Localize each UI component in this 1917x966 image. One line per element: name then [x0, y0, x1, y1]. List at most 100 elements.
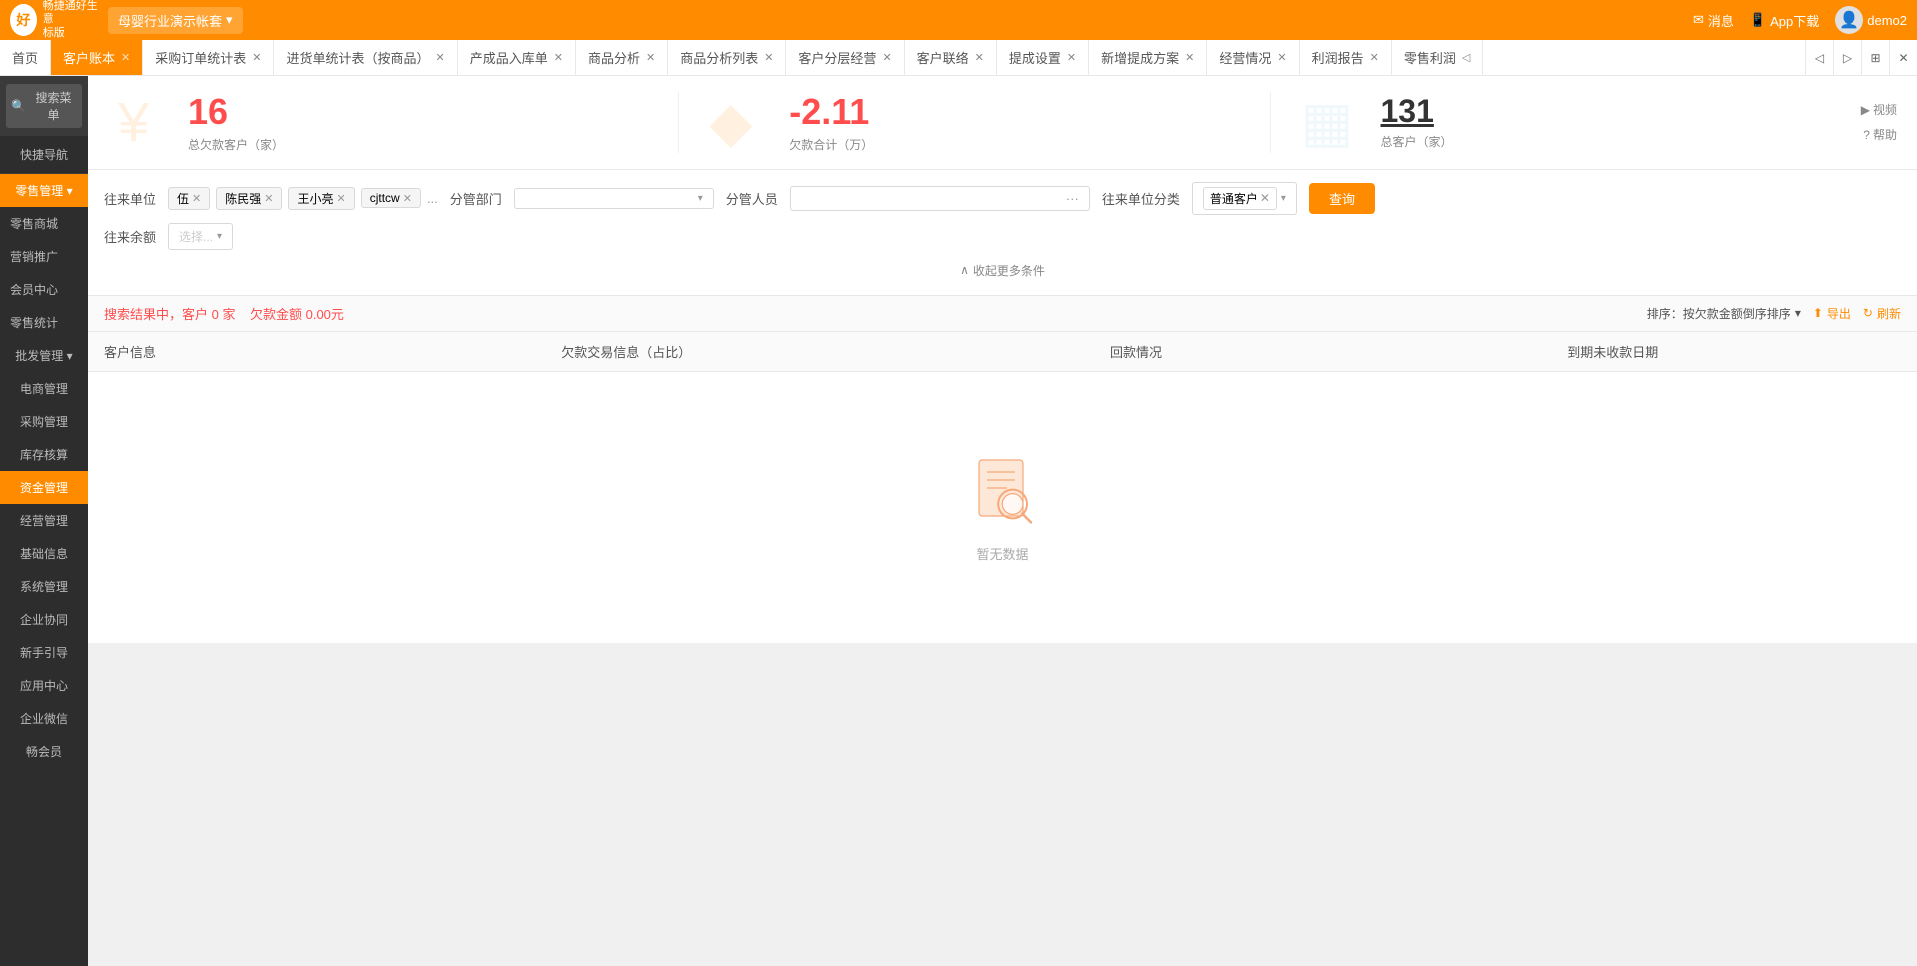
sidebar-item-enterprise-wechat[interactable]: 企业微信: [0, 702, 88, 735]
filter-balance-select[interactable]: 选择... ▾: [168, 223, 233, 250]
classification-chevron-icon: ▾: [1281, 193, 1286, 204]
sidebar-item-member-center[interactable]: 会员中心: [0, 273, 88, 306]
sidebar-item-basic-info[interactable]: 基础信息: [0, 537, 88, 570]
filter-dept-dropdown[interactable]: ▾: [514, 188, 714, 209]
remove-classification-icon[interactable]: ✕: [1260, 191, 1270, 205]
tab-product-analysis-list[interactable]: 商品分析列表 ✕: [668, 40, 786, 76]
tab-retail-profit[interactable]: 零售利润 ◁: [1392, 40, 1483, 76]
stat-label-customers: 总欠款客户（家）: [188, 136, 284, 153]
tab-close-icon[interactable]: ✕: [975, 51, 984, 64]
sort-selector[interactable]: 排序：按欠款金额倒序排序 ▾: [1647, 305, 1801, 322]
remove-tag-wu[interactable]: ✕: [192, 192, 201, 205]
tab-close-icon[interactable]: ✕: [436, 51, 445, 64]
no-data-svg: [963, 452, 1043, 532]
results-bar: 搜索结果中，客户 0 家 欠款金额 0.00元 排序：按欠款金额倒序排序 ▾ ⬆…: [88, 296, 1917, 332]
balance-chevron-icon: ▾: [217, 231, 222, 242]
sidebar-item-retail-stats[interactable]: 零售统计: [0, 306, 88, 339]
sidebar-item-quick-nav[interactable]: 快捷导航: [0, 136, 88, 174]
filter-classification-area[interactable]: 普通客户 ✕ ▾: [1192, 182, 1297, 215]
tab-new-commission[interactable]: 新增提成方案 ✕: [1089, 40, 1207, 76]
sidebar-item-app-center[interactable]: 应用中心: [0, 669, 88, 702]
filter-balance-label: 往来余额: [104, 227, 156, 246]
sidebar-item-enterprise[interactable]: 企业协同: [0, 603, 88, 636]
tab-customer-account[interactable]: 客户账本 ✕: [51, 40, 143, 76]
tab-close-icon[interactable]: ✕: [554, 51, 563, 64]
top-bar: 好 畅捷通好生意 标版 母婴行业演示帐套 ▾ ✉ 消息 📱 App下载 👤 de…: [0, 0, 1917, 40]
stat-label-total: 总客户（家）: [1381, 133, 1453, 150]
empty-row: 暂无数据: [88, 371, 1917, 643]
collapse-button[interactable]: ∧ 收起更多条件: [960, 258, 1045, 283]
tab-close-icon[interactable]: ✕: [1067, 51, 1076, 64]
tab-product-inbound[interactable]: 产成品入库单 ✕: [458, 40, 576, 76]
video-link[interactable]: ▶ 视频: [1861, 101, 1897, 118]
results-info: 搜索结果中，客户 0 家 欠款金额 0.00元: [104, 304, 344, 323]
user-menu[interactable]: 👤 demo2: [1835, 6, 1907, 34]
tab-home[interactable]: 首页: [0, 40, 51, 76]
sidebar-item-new-guide[interactable]: 新手引导: [0, 636, 88, 669]
filter-dept-label: 分管部门: [450, 189, 502, 208]
filter-more-tags[interactable]: ...: [427, 191, 438, 206]
sidebar-item-inventory[interactable]: 库存核算: [0, 438, 88, 471]
results-actions: 排序：按欠款金额倒序排序 ▾ ⬆ 导出 ↻ 刷新: [1647, 305, 1901, 322]
sidebar-item-wholesale[interactable]: 批发管理 ▾: [0, 339, 88, 372]
filter-person-input[interactable]: ···: [790, 186, 1090, 211]
tab-purchase-order[interactable]: 采购订单统计表 ✕: [143, 40, 274, 76]
tab-close-all-button[interactable]: ✕: [1889, 40, 1917, 76]
tab-close-icon[interactable]: ✕: [121, 51, 130, 64]
tab-expand-button[interactable]: ⊞: [1861, 40, 1889, 76]
filter-tag-wu: 伍 ✕: [168, 187, 210, 210]
tab-profit-report[interactable]: 利润报告 ✕: [1300, 40, 1392, 76]
sidebar-item-vip[interactable]: 畅会员: [0, 735, 88, 768]
tab-prev-button[interactable]: ◁: [1805, 40, 1833, 76]
sidebar-item-marketing[interactable]: 营销推广: [0, 240, 88, 273]
empty-illustration: [963, 452, 1043, 532]
tab-nav-arrows: ◁ ▷ ⊞ ✕: [1805, 40, 1917, 76]
remove-tag-wang[interactable]: ✕: [337, 192, 346, 205]
tab-close-icon[interactable]: ◁: [1462, 51, 1470, 64]
app-download-button[interactable]: 📱 App下载: [1750, 11, 1819, 30]
chevron-right-icon: ▾: [67, 349, 73, 363]
query-button[interactable]: 查询: [1309, 183, 1375, 214]
tab-close-icon[interactable]: ✕: [646, 51, 655, 64]
refresh-button[interactable]: ↻ 刷新: [1863, 305, 1901, 322]
filter-tag-chen: 陈民强 ✕: [216, 187, 282, 210]
filter-tag-cjttcw: cjttcw ✕: [361, 188, 421, 208]
tab-close-icon[interactable]: ✕: [252, 51, 261, 64]
sidebar-item-ecommerce[interactable]: 电商管理: [0, 372, 88, 405]
tab-incoming-stats[interactable]: 进货单统计表（按商品） ✕: [274, 40, 457, 76]
remove-tag-chen[interactable]: ✕: [264, 192, 273, 205]
filter-unit-label: 往来单位: [104, 189, 156, 208]
tab-customer-contact[interactable]: 客户联络 ✕: [905, 40, 997, 76]
stats-bar: ¥ 16 总欠款客户（家） ◆ -2.11 欠款合计（万） ▦ 131 总客户（…: [88, 76, 1917, 170]
play-icon: ▶: [1861, 103, 1870, 117]
sidebar-item-system[interactable]: 系统管理: [0, 570, 88, 603]
sidebar-item-retail[interactable]: 零售管理 ▾: [0, 174, 88, 207]
sidebar-item-operations-mgmt[interactable]: 经营管理: [0, 504, 88, 537]
table-body: 暂无数据: [88, 371, 1917, 643]
tab-operations[interactable]: 经营情况 ✕: [1207, 40, 1299, 76]
collapse-row: ∧ 收起更多条件: [104, 258, 1901, 283]
stat-actions: ▶ 视频 ? 帮助: [1861, 101, 1897, 143]
tab-close-icon[interactable]: ✕: [764, 51, 773, 64]
tab-close-icon[interactable]: ✕: [1185, 51, 1194, 64]
tab-close-icon[interactable]: ✕: [1277, 51, 1286, 64]
search-menu-button[interactable]: 🔍 搜索菜单: [6, 84, 82, 128]
tab-close-icon[interactable]: ✕: [882, 51, 891, 64]
stat-card-total: ▦ 131 总客户（家）: [1271, 94, 1861, 150]
sidebar-item-finance[interactable]: 资金管理: [0, 471, 88, 504]
remove-tag-cjttcw[interactable]: ✕: [403, 192, 412, 205]
col-customer-info: 客户信息: [88, 332, 545, 372]
tab-commission-settings[interactable]: 提成设置 ✕: [997, 40, 1089, 76]
help-link[interactable]: ? 帮助: [1863, 126, 1897, 143]
tab-next-button[interactable]: ▷: [1833, 40, 1861, 76]
sidebar-item-purchase[interactable]: 采购管理: [0, 405, 88, 438]
tab-close-icon[interactable]: ✕: [1370, 51, 1379, 64]
debt-bg-icon: ◆: [709, 90, 752, 153]
tab-customer-tier[interactable]: 客户分层经营 ✕: [786, 40, 904, 76]
tab-product-analysis[interactable]: 商品分析 ✕: [576, 40, 668, 76]
messages-button[interactable]: ✉ 消息: [1693, 11, 1734, 30]
sidebar-item-retail-mall[interactable]: 零售商城: [0, 207, 88, 240]
export-button[interactable]: ⬆ 导出: [1813, 305, 1851, 322]
stat-number-customers: 16: [188, 92, 228, 132]
industry-selector[interactable]: 母婴行业演示帐套 ▾: [108, 7, 243, 34]
